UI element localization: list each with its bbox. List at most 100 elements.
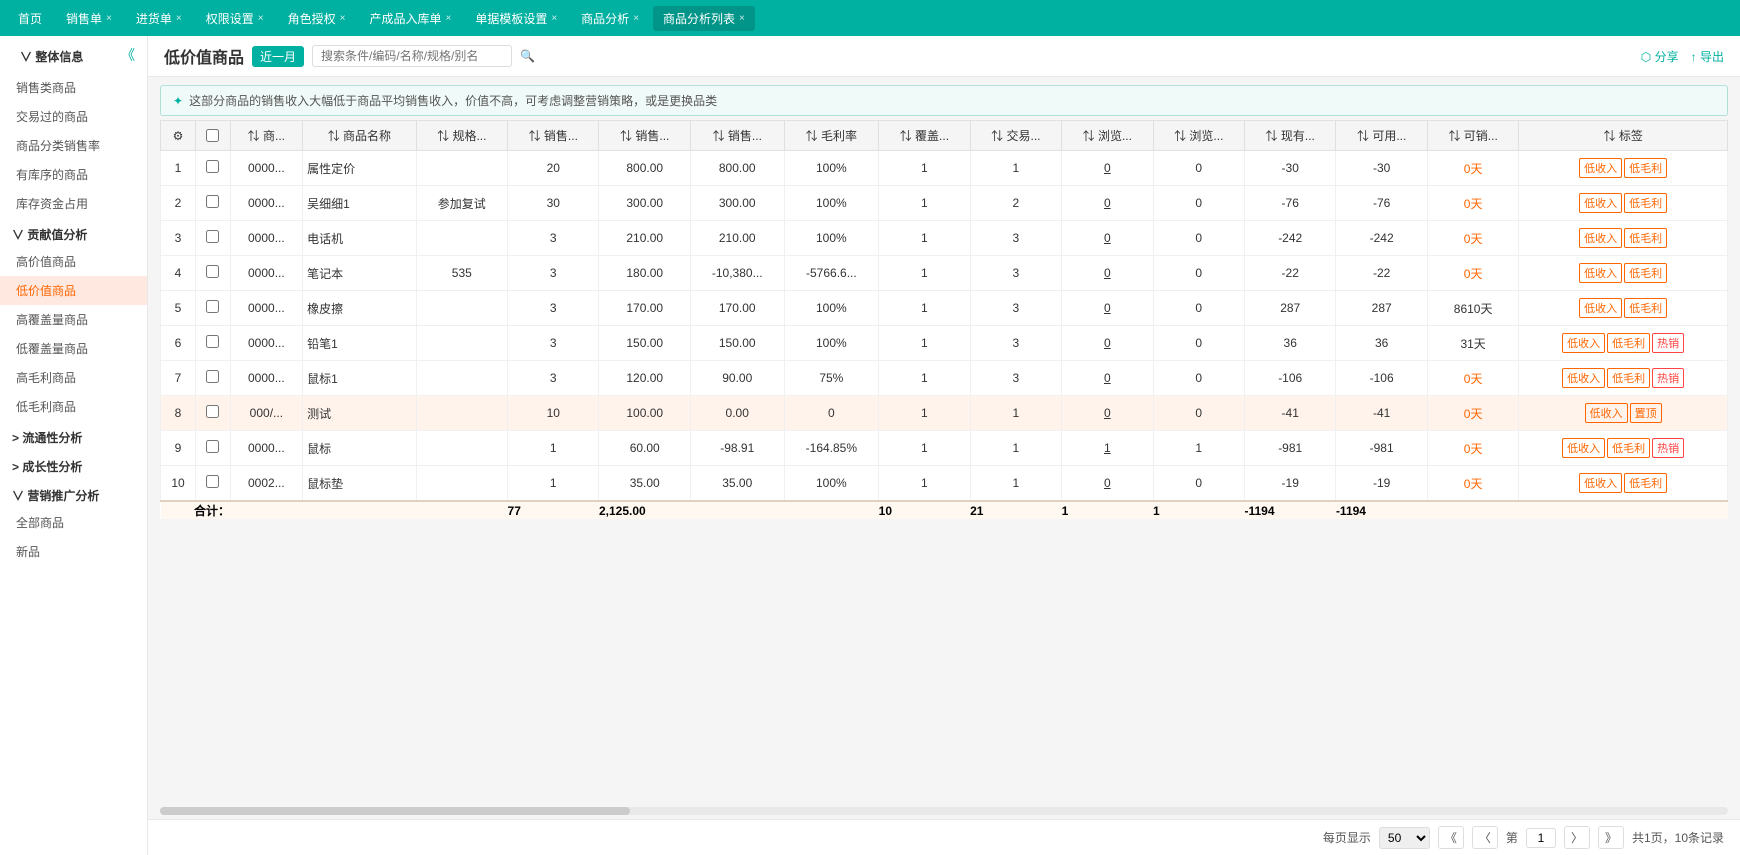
col-current[interactable]: ⇅ 现有... [1244,121,1335,151]
cell-browse1[interactable]: 0 [1062,466,1153,502]
col-trade[interactable]: ⇅ 交易... [970,121,1061,151]
sidebar-group-growth[interactable]: > 成长性分析 [0,450,147,479]
browse-link[interactable]: 0 [1104,196,1111,210]
nav-template-settings[interactable]: 单据模板设置 × [465,6,567,31]
sidebar-item-low-value[interactable]: 低价值商品 [0,276,147,305]
search-input[interactable] [312,45,512,67]
sidebar-item-high-margin[interactable]: 高毛利商品 [0,363,147,392]
cell-browse1[interactable]: 0 [1062,186,1153,221]
browse-link[interactable]: 0 [1104,301,1111,315]
export-button[interactable]: ↑ 导出 [1691,48,1724,65]
row-checkbox[interactable] [206,195,219,208]
sidebar-item-high-coverage[interactable]: 高覆盖量商品 [0,305,147,334]
col-code[interactable]: ⇅ 商... [230,121,303,151]
row-checkbox[interactable] [206,160,219,173]
browse-link[interactable]: 0 [1104,266,1111,280]
sidebar-item-low-coverage[interactable]: 低覆盖量商品 [0,334,147,363]
col-coverage[interactable]: ⇅ 覆盖... [879,121,970,151]
row-checkbox[interactable] [206,265,219,278]
cell-check[interactable] [196,256,230,291]
cell-browse1[interactable]: 0 [1062,326,1153,361]
sidebar-item-sales-products[interactable]: 销售类商品 [0,73,147,102]
col-sales1[interactable]: ⇅ 销售... [508,121,599,151]
row-checkbox[interactable] [206,300,219,313]
sidebar-item-new-products[interactable]: 新品 [0,537,147,566]
row-checkbox[interactable] [206,370,219,383]
horizontal-scrollbar[interactable] [160,807,1728,815]
nav-purchase-order[interactable]: 进货单 × [126,6,192,31]
cell-check[interactable] [196,361,230,396]
nav-sales-order[interactable]: 销售单 × [56,6,122,31]
nav-close-icon[interactable]: × [258,13,264,24]
col-available[interactable]: ⇅ 可用... [1336,121,1427,151]
per-page-select[interactable]: 50 20 100 [1379,827,1430,849]
sidebar-item-traded-products[interactable]: 交易过的商品 [0,102,147,131]
col-sellable[interactable]: ⇅ 可销... [1427,121,1518,151]
nav-close-icon[interactable]: × [551,13,557,24]
cell-check[interactable] [196,396,230,431]
cell-browse1[interactable]: 0 [1062,361,1153,396]
sidebar-item-inventory-capital[interactable]: 库存资金占用 [0,189,147,218]
nav-close-icon[interactable]: × [633,13,639,24]
nav-product-analysis-list[interactable]: 商品分析列表 × [653,6,755,31]
row-checkbox[interactable] [206,475,219,488]
row-checkbox[interactable] [206,405,219,418]
nav-product-warehouse[interactable]: 产成品入库单 × [359,6,461,31]
nav-role-auth[interactable]: 角色授权 × [278,6,356,31]
cell-check[interactable] [196,326,230,361]
cell-browse1[interactable]: 0 [1062,221,1153,256]
browse-link[interactable]: 0 [1104,161,1111,175]
nav-close-icon[interactable]: × [340,13,346,24]
row-checkbox[interactable] [206,440,219,453]
cell-check[interactable] [196,186,230,221]
browse-link[interactable]: 1 [1104,441,1111,455]
select-all-checkbox[interactable] [206,129,219,142]
cell-browse1[interactable]: 0 [1062,291,1153,326]
sidebar-item-all-products[interactable]: 全部商品 [0,508,147,537]
browse-link[interactable]: 0 [1104,371,1111,385]
nav-close-icon[interactable]: × [445,13,451,24]
sidebar-item-category-sales-rate[interactable]: 商品分类销售率 [0,131,147,160]
col-browse2[interactable]: ⇅ 浏览... [1153,121,1244,151]
share-button[interactable]: ⬡ 分享 [1641,48,1679,65]
nav-close-icon[interactable]: × [739,13,745,24]
row-checkbox[interactable] [206,335,219,348]
nav-close-icon[interactable]: × [176,13,182,24]
cell-check[interactable] [196,221,230,256]
nav-permissions[interactable]: 权限设置 × [196,6,274,31]
cell-browse1[interactable]: 0 [1062,396,1153,431]
last-page-btn[interactable]: 》 [1598,826,1624,849]
cell-check[interactable] [196,466,230,502]
browse-link[interactable]: 0 [1104,336,1111,350]
next-page-btn[interactable]: 〉 [1564,826,1590,849]
search-icon[interactable]: 🔍 [520,49,535,63]
sidebar-collapse-btn[interactable]: 《 [117,41,139,69]
col-margin[interactable]: ⇅ 毛利率 [784,121,879,151]
col-setting[interactable]: ⚙ [161,121,196,151]
nav-home[interactable]: 首页 [8,6,52,31]
cell-browse1[interactable]: 0 [1062,151,1153,186]
cell-check[interactable] [196,151,230,186]
col-spec[interactable]: ⇅ 规格... [416,121,507,151]
sidebar-group-circulation[interactable]: > 流通性分析 [0,421,147,450]
sidebar-item-low-margin[interactable]: 低毛利商品 [0,392,147,421]
col-sales3[interactable]: ⇅ 销售... [690,121,784,151]
filter-tag-period[interactable]: 近一月 [252,46,304,67]
nav-product-analysis[interactable]: 商品分析 × [571,6,649,31]
browse-link[interactable]: 0 [1104,406,1111,420]
page-input[interactable] [1526,828,1556,848]
row-checkbox[interactable] [206,230,219,243]
scroll-thumb[interactable] [160,807,630,815]
col-browse1[interactable]: ⇅ 浏览... [1062,121,1153,151]
col-sales2[interactable]: ⇅ 销售... [599,121,690,151]
first-page-btn[interactable]: 《 [1438,826,1464,849]
browse-link[interactable]: 0 [1104,231,1111,245]
prev-page-btn[interactable]: 〈 [1472,826,1498,849]
cell-check[interactable] [196,431,230,466]
col-check[interactable] [196,121,230,151]
col-tags[interactable]: ⇅ 标签 [1519,121,1728,151]
cell-check[interactable] [196,291,230,326]
nav-close-icon[interactable]: × [106,13,112,24]
browse-link[interactable]: 0 [1104,476,1111,490]
sidebar-item-high-value[interactable]: 高价值商品 [0,247,147,276]
